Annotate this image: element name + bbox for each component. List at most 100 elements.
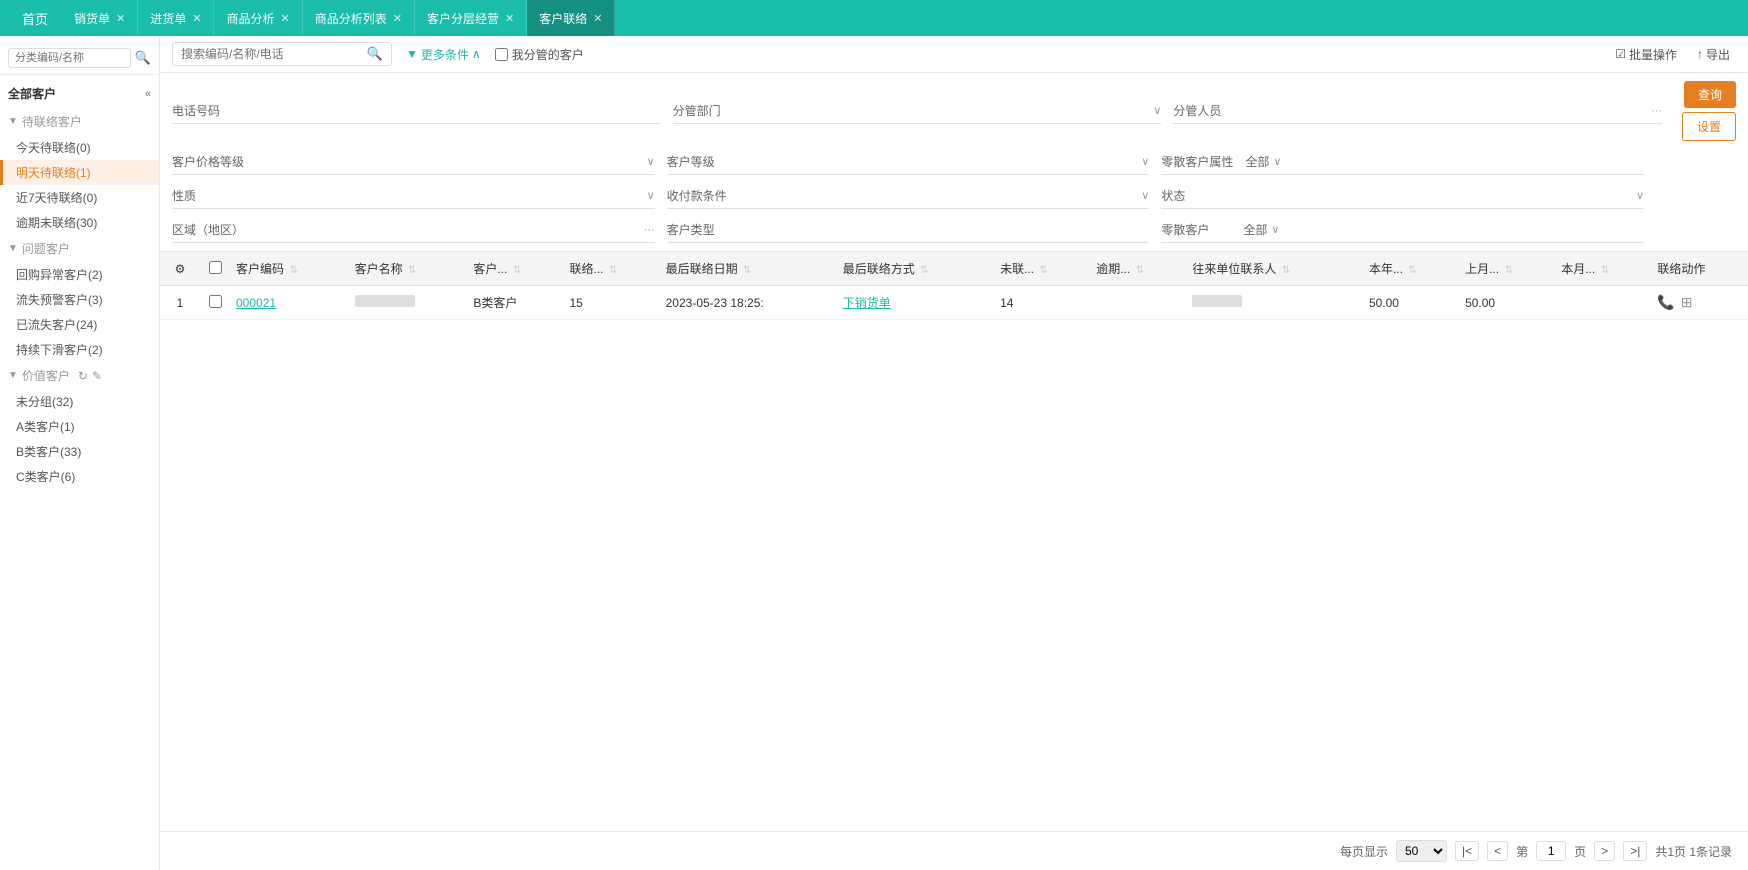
row-customer-name[interactable] — [349, 286, 468, 320]
export-button[interactable]: ↑ 导出 — [1691, 43, 1736, 66]
sidebar-item-week-pending[interactable]: 近7天待联络(0) — [0, 185, 159, 210]
sort-icon[interactable]: ⇅ — [1408, 265, 1416, 276]
problem-group-title: ▼ 问题客户 — [0, 235, 159, 262]
customer-type-input[interactable] — [745, 223, 1150, 237]
search-icon[interactable]: 🔍 — [367, 46, 383, 62]
sidebar-item-overdue-pending[interactable]: 逾期未联络(30) — [0, 210, 159, 235]
chevron-down-icon[interactable]: ∨ — [1271, 223, 1279, 236]
phone-icon[interactable]: 📞 — [1657, 294, 1674, 311]
nav-tab-product-analysis-list[interactable]: 商品分析列表 ✕ — [303, 0, 415, 36]
row-action: 📞 ⊞ — [1651, 286, 1748, 320]
filter-phone: 电话号码 — [172, 98, 661, 124]
status-input[interactable] — [1239, 189, 1632, 203]
sort-icon[interactable]: ⇅ — [1601, 265, 1609, 276]
row-check[interactable] — [200, 286, 230, 320]
person-input[interactable] — [1251, 104, 1647, 118]
grid-icon[interactable]: ⊞ — [1681, 294, 1693, 311]
set-button[interactable]: 设置 — [1682, 112, 1736, 141]
per-page-select[interactable]: 50 100 200 — [1396, 840, 1447, 862]
phone-input[interactable] — [250, 104, 661, 118]
dept-input[interactable] — [751, 104, 1150, 118]
last-page-button[interactable]: >| — [1623, 841, 1647, 861]
sidebar-item-churn-warning[interactable]: 流失预警客户(3) — [0, 287, 159, 312]
select-all-checkbox[interactable] — [209, 261, 222, 274]
sidebar-item-tomorrow-pending[interactable]: 明天待联络(1) — [0, 160, 159, 185]
nav-tab-purchase[interactable]: 进货单 ✕ — [138, 0, 214, 36]
chevron-icon: ∧ — [472, 47, 481, 61]
more-icon[interactable]: ··· — [1651, 105, 1662, 117]
nav-tab-customer-tier[interactable]: 客户分层经营 ✕ — [415, 0, 527, 36]
chevron-down-icon[interactable]: ∨ — [1273, 155, 1281, 168]
nature-input[interactable] — [250, 189, 643, 203]
sidebar-item-c-class[interactable]: C类客户(6) — [0, 464, 159, 489]
arrow-icon: ▼ — [8, 370, 18, 381]
sort-icon[interactable]: ⇅ — [1282, 265, 1290, 276]
close-icon[interactable]: ✕ — [593, 12, 602, 25]
close-icon[interactable]: ✕ — [192, 12, 201, 25]
search-input[interactable] — [181, 47, 367, 61]
prev-page-button[interactable]: < — [1487, 841, 1508, 861]
sort-icon[interactable]: ⇅ — [1504, 265, 1512, 276]
page-number-input[interactable] — [1536, 841, 1566, 861]
sidebar-search-input[interactable] — [8, 48, 131, 68]
more-conditions-button[interactable]: ▼ 更多条件 ∧ — [400, 43, 487, 66]
row-last-contact-method[interactable]: 下销货单 — [837, 286, 994, 320]
my-customers-checkbox[interactable] — [495, 48, 508, 61]
sidebar-item-a-class[interactable]: A类客户(1) — [0, 414, 159, 439]
chevron-down-icon[interactable]: ∨ — [1141, 189, 1149, 202]
my-customers-filter[interactable]: 我分管的客户 — [495, 46, 584, 63]
nav-home[interactable]: 首页 — [8, 9, 62, 28]
nav-tab-sales[interactable]: 销货单 ✕ — [62, 0, 138, 36]
sidebar-item-today-pending[interactable]: 今天待联络(0) — [0, 135, 159, 160]
chevron-down-icon[interactable]: ∨ — [647, 155, 655, 168]
col-check[interactable] — [200, 252, 230, 286]
col-last-contact-date: 最后联络日期 ⇅ — [660, 252, 837, 286]
edit-icon[interactable]: ✎ — [92, 369, 102, 383]
sidebar-item-b-class[interactable]: B类客户(33) — [0, 439, 159, 464]
price-level-input[interactable] — [252, 155, 643, 169]
refresh-icon[interactable]: ↻ — [78, 369, 88, 383]
more-icon[interactable]: ··· — [644, 224, 655, 236]
sort-icon[interactable]: ⇅ — [408, 265, 416, 276]
row-unit-contacts — [1186, 286, 1363, 320]
arrow-icon: ▼ — [8, 116, 18, 127]
close-icon[interactable]: ✕ — [281, 12, 290, 25]
row-customer-code[interactable]: 000021 — [230, 286, 349, 320]
sidebar-item-ungrouped[interactable]: 未分组(32) — [0, 389, 159, 414]
col-settings[interactable]: ⚙ — [160, 252, 200, 286]
sidebar-item-churned[interactable]: 已流失客户(24) — [0, 312, 159, 337]
sidebar-item-repurchase-abnormal[interactable]: 回购异常客户(2) — [0, 262, 159, 287]
batch-operation-button[interactable]: ☑ 批量操作 — [1609, 43, 1683, 66]
sort-icon[interactable]: ⇅ — [920, 265, 928, 276]
filter-payment: 收付款条件 ∨ — [667, 183, 1150, 209]
sort-icon[interactable]: ⇅ — [289, 265, 297, 276]
filter-person: 分管人员 ··· — [1173, 98, 1662, 124]
search-icon[interactable]: 🔍 — [135, 50, 151, 66]
close-icon[interactable]: ✕ — [393, 12, 402, 25]
payment-input[interactable] — [745, 189, 1138, 203]
customer-level-input[interactable] — [745, 155, 1138, 169]
sort-icon[interactable]: ⇅ — [1136, 265, 1144, 276]
sidebar-item-declining[interactable]: 持续下滑客户(2) — [0, 337, 159, 362]
row-checkbox[interactable] — [209, 295, 222, 308]
chevron-down-icon[interactable]: ∨ — [1141, 155, 1149, 168]
total-records: 共1页 1条记录 — [1655, 843, 1732, 860]
region-input[interactable] — [252, 223, 640, 237]
sort-icon[interactable]: ⇅ — [513, 265, 521, 276]
next-page-button[interactable]: > — [1594, 841, 1615, 861]
chevron-down-icon[interactable]: ∨ — [1153, 104, 1161, 117]
first-page-button[interactable]: |< — [1455, 841, 1479, 861]
sort-icon[interactable]: ⇅ — [609, 265, 617, 276]
chevron-down-icon[interactable]: ∨ — [1636, 189, 1644, 202]
nav-tab-customer-contact[interactable]: 客户联络 ✕ — [527, 0, 615, 36]
query-button[interactable]: 查询 — [1684, 81, 1736, 108]
chevron-down-icon[interactable]: ∨ — [647, 189, 655, 202]
nature-label: 性质 — [172, 187, 242, 204]
sort-icon[interactable]: ⇅ — [743, 265, 751, 276]
close-icon[interactable]: ✕ — [116, 12, 125, 25]
all-customers-title[interactable]: 全部客户 « — [0, 79, 159, 108]
sort-icon[interactable]: ⇅ — [1039, 265, 1047, 276]
nav-tab-product-analysis[interactable]: 商品分析 ✕ — [214, 0, 302, 36]
close-icon[interactable]: ✕ — [505, 12, 514, 25]
col-customer-level: 客户... ⇅ — [467, 252, 563, 286]
